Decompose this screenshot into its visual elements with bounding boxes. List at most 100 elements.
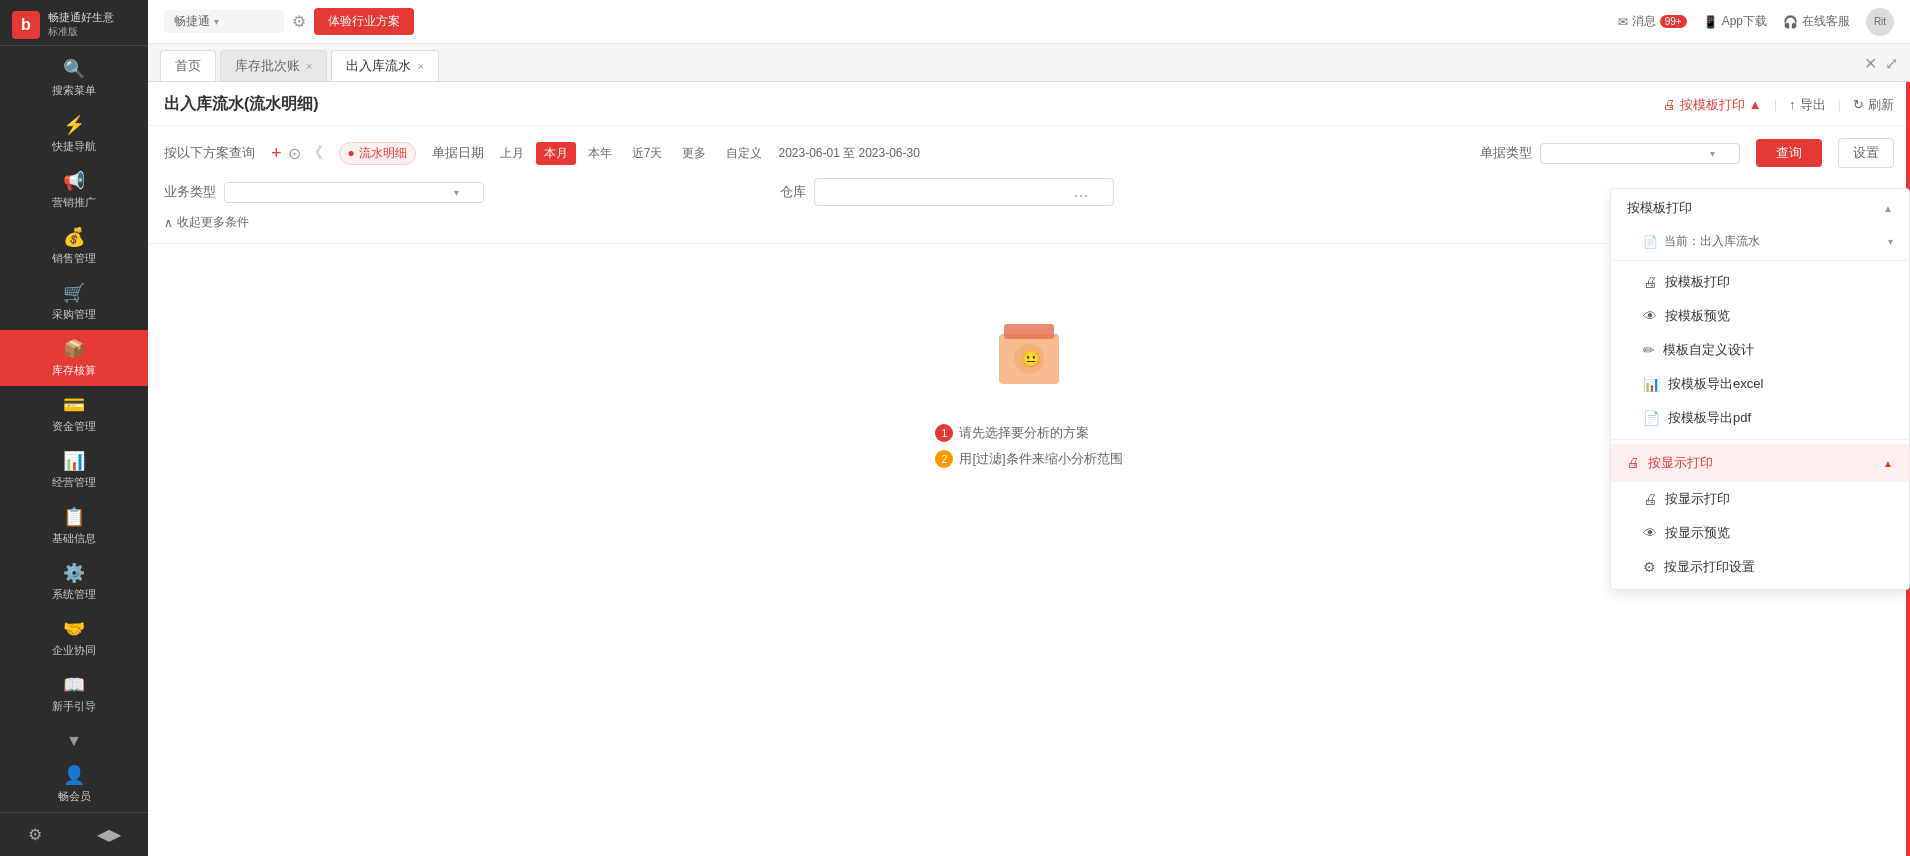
sidebar-item-quick-nav[interactable]: ⚡ 快捷导航 xyxy=(0,106,148,162)
settings-bottom-btn[interactable]: ⚙ xyxy=(20,821,50,848)
tab-home[interactable]: 首页 xyxy=(160,50,216,81)
date-curr-month[interactable]: 本月 xyxy=(536,142,576,165)
dp-display-print-settings[interactable]: ⚙ 按显示打印设置 xyxy=(1611,550,1909,584)
filter-add-btn[interactable]: + xyxy=(271,143,282,164)
dp-template-pdf-label: 按模板导出pdf xyxy=(1668,409,1751,427)
logo-icon: b xyxy=(12,11,40,39)
export-icon: ↑ xyxy=(1789,97,1796,112)
tab-inout-flow-close[interactable]: × xyxy=(417,60,423,72)
sidebar-item-finance[interactable]: 💳 资金管理 xyxy=(0,386,148,442)
message-action[interactable]: ✉ 消息 99+ xyxy=(1618,13,1687,30)
sidebar-item-inventory[interactable]: 📦 库存核算 xyxy=(0,330,148,386)
empty-illustration: 😐 xyxy=(979,304,1079,404)
sidebar-item-basics[interactable]: 📋 基础信息 xyxy=(0,498,148,554)
logo-name: 畅捷通好生意 xyxy=(48,10,114,25)
page-actions: 🖨 按模板打印 ▲ | ↑ 导出 | ↻ 刷新 xyxy=(1663,96,1894,114)
filter-actions: + ⊙ 《 xyxy=(271,143,323,164)
topbar-settings-icon[interactable]: ⚙ xyxy=(292,12,306,31)
dp-display-print-settings-label: 按显示打印设置 xyxy=(1664,558,1755,576)
sidebar-item-label: 营销推广 xyxy=(52,195,96,210)
date-prev-month[interactable]: 上月 xyxy=(492,142,532,165)
dropdown-scroll: 按模板打印 ▲ 📄 当前：出入库流水 ▾ 🖨 按模板打印 👁 xyxy=(1611,189,1909,589)
sidebar-item-enterprise[interactable]: 🤝 企业协同 xyxy=(0,610,148,666)
tab-home-label: 首页 xyxy=(175,57,201,75)
online-service-action[interactable]: 🎧 在线客服 xyxy=(1783,13,1850,30)
app-download-action[interactable]: 📱 App下载 xyxy=(1703,13,1767,30)
receipt-type-label: 单据类型 xyxy=(1480,144,1532,162)
page-header: 出入库流水(流水明细) 🖨 按模板打印 ▲ | ↑ 导出 | ↻ xyxy=(148,82,1910,126)
sidebar-item-guide[interactable]: 📖 新手引导 xyxy=(0,666,148,722)
sidebar-item-search[interactable]: 🔍 搜索菜单 xyxy=(0,50,148,106)
sidebar-item-label: 资金管理 xyxy=(52,419,96,434)
warehouse-select[interactable]: … xyxy=(814,178,1114,206)
sidebar-item-operations[interactable]: 📊 经营管理 xyxy=(0,442,148,498)
export-btn[interactable]: ↑ 导出 xyxy=(1789,96,1826,114)
date-more[interactable]: 更多 xyxy=(674,142,714,165)
step1-num: 1 xyxy=(935,424,953,442)
trial-button[interactable]: 体验行业方案 xyxy=(314,8,414,35)
warehouse-more-btn[interactable]: … xyxy=(1073,183,1089,201)
svg-text:😐: 😐 xyxy=(1021,349,1041,368)
date-custom[interactable]: 自定义 xyxy=(718,142,770,165)
filter-setting-btn[interactable]: ⊙ xyxy=(288,144,301,163)
filter-label-text: 按以下方案查询 xyxy=(164,144,255,162)
date-range-display: 2023-06-01 至 2023-06-30 xyxy=(778,145,919,162)
logo-badge: 标准版 xyxy=(48,25,114,39)
headset-icon: 🎧 xyxy=(1783,15,1798,29)
receipt-type-arrow: ▾ xyxy=(1710,148,1715,159)
collapse-label: 收起更多条件 xyxy=(177,214,249,231)
set-button[interactable]: 设置 xyxy=(1838,138,1894,168)
dp-template-excel-icon: 📊 xyxy=(1643,376,1660,392)
sidebar-item-sales[interactable]: 💰 销售管理 xyxy=(0,218,148,274)
filter-biz-type-field: 业务类型 ▾ xyxy=(164,182,484,203)
user-avatar[interactable]: Rit xyxy=(1866,8,1894,36)
collapse-sidebar-btn[interactable]: ◀▶ xyxy=(89,821,129,848)
enterprise-icon: 🤝 xyxy=(63,618,85,640)
dp-template-print[interactable]: 🖨 按模板打印 xyxy=(1611,265,1909,299)
sidebar-item-marketing[interactable]: 📢 营销推广 xyxy=(0,162,148,218)
dp-section2-header[interactable]: 🖨 按显示打印 ▲ xyxy=(1611,444,1909,482)
search-icon: 🔍 xyxy=(63,58,85,80)
filter-collapse-btn[interactable]: 《 xyxy=(307,143,323,164)
sidebar-item-system[interactable]: ⚙️ 系统管理 xyxy=(0,554,148,610)
tab-close-btn[interactable]: ✕ xyxy=(1864,53,1877,72)
template-print-btn[interactable]: 🖨 按模板打印 ▲ xyxy=(1663,96,1762,114)
dp-display-excel[interactable]: 📊 按显示导出excel xyxy=(1611,584,1909,589)
dp-current-template[interactable]: 📄 当前：出入库流水 ▾ xyxy=(1611,227,1909,256)
sidebar-item-label: 系统管理 xyxy=(52,587,96,602)
sidebar-bottom: ⚙ ◀▶ xyxy=(0,812,148,856)
date-7days[interactable]: 近7天 xyxy=(624,142,671,165)
tab-inout-flow[interactable]: 出入库流水 × xyxy=(331,50,438,81)
dp-template-design-icon: ✏ xyxy=(1643,342,1655,358)
dp-display-print-label: 按显示打印 xyxy=(1665,490,1730,508)
tab-inventory-batch-close[interactable]: × xyxy=(306,60,312,72)
dp-template-excel[interactable]: 📊 按模板导出excel xyxy=(1611,367,1909,401)
template-print-arrow: ▲ xyxy=(1749,97,1762,112)
sidebar-item-purchase[interactable]: 🛒 采购管理 xyxy=(0,274,148,330)
dp-template-excel-label: 按模板导出excel xyxy=(1668,375,1763,393)
dp-template-design[interactable]: ✏ 模板自定义设计 xyxy=(1611,333,1909,367)
online-service-label: 在线客服 xyxy=(1802,13,1850,30)
dp-template-pdf[interactable]: 📄 按模板导出pdf xyxy=(1611,401,1909,435)
action-separator2: | xyxy=(1838,97,1841,112)
query-button[interactable]: 查询 xyxy=(1756,139,1822,167)
biz-type-arrow: ▾ xyxy=(454,187,459,198)
dp-template-preview[interactable]: 👁 按模板预览 xyxy=(1611,299,1909,333)
tab-inventory-batch[interactable]: 库存批次账 × xyxy=(220,50,327,81)
export-label: 导出 xyxy=(1800,96,1826,114)
dp-section1-header[interactable]: 按模板打印 ▲ xyxy=(1611,189,1909,227)
user-info-box[interactable]: 畅捷通 ▾ xyxy=(164,10,284,33)
biz-type-select[interactable]: ▾ xyxy=(224,182,484,203)
receipt-type-select[interactable]: ▾ xyxy=(1540,143,1740,164)
filter-flow-tag[interactable]: ● 流水明细 xyxy=(339,142,416,165)
warehouse-label: 仓库 xyxy=(780,183,806,201)
empty-step1: 1 请先选择要分析的方案 xyxy=(935,424,1122,442)
dp-display-preview[interactable]: 👁 按显示预览 xyxy=(1611,516,1909,550)
date-curr-year[interactable]: 本年 xyxy=(580,142,620,165)
sidebar-item-label: 库存核算 xyxy=(52,363,96,378)
tab-maximize-btn[interactable]: ⤢ xyxy=(1885,53,1898,72)
sidebar-scroll-down[interactable]: ▼ xyxy=(0,726,148,756)
sidebar-item-member[interactable]: 👤 畅会员 xyxy=(0,756,148,812)
refresh-btn[interactable]: ↻ 刷新 xyxy=(1853,96,1894,114)
dp-display-print[interactable]: 🖨 按显示打印 xyxy=(1611,482,1909,516)
